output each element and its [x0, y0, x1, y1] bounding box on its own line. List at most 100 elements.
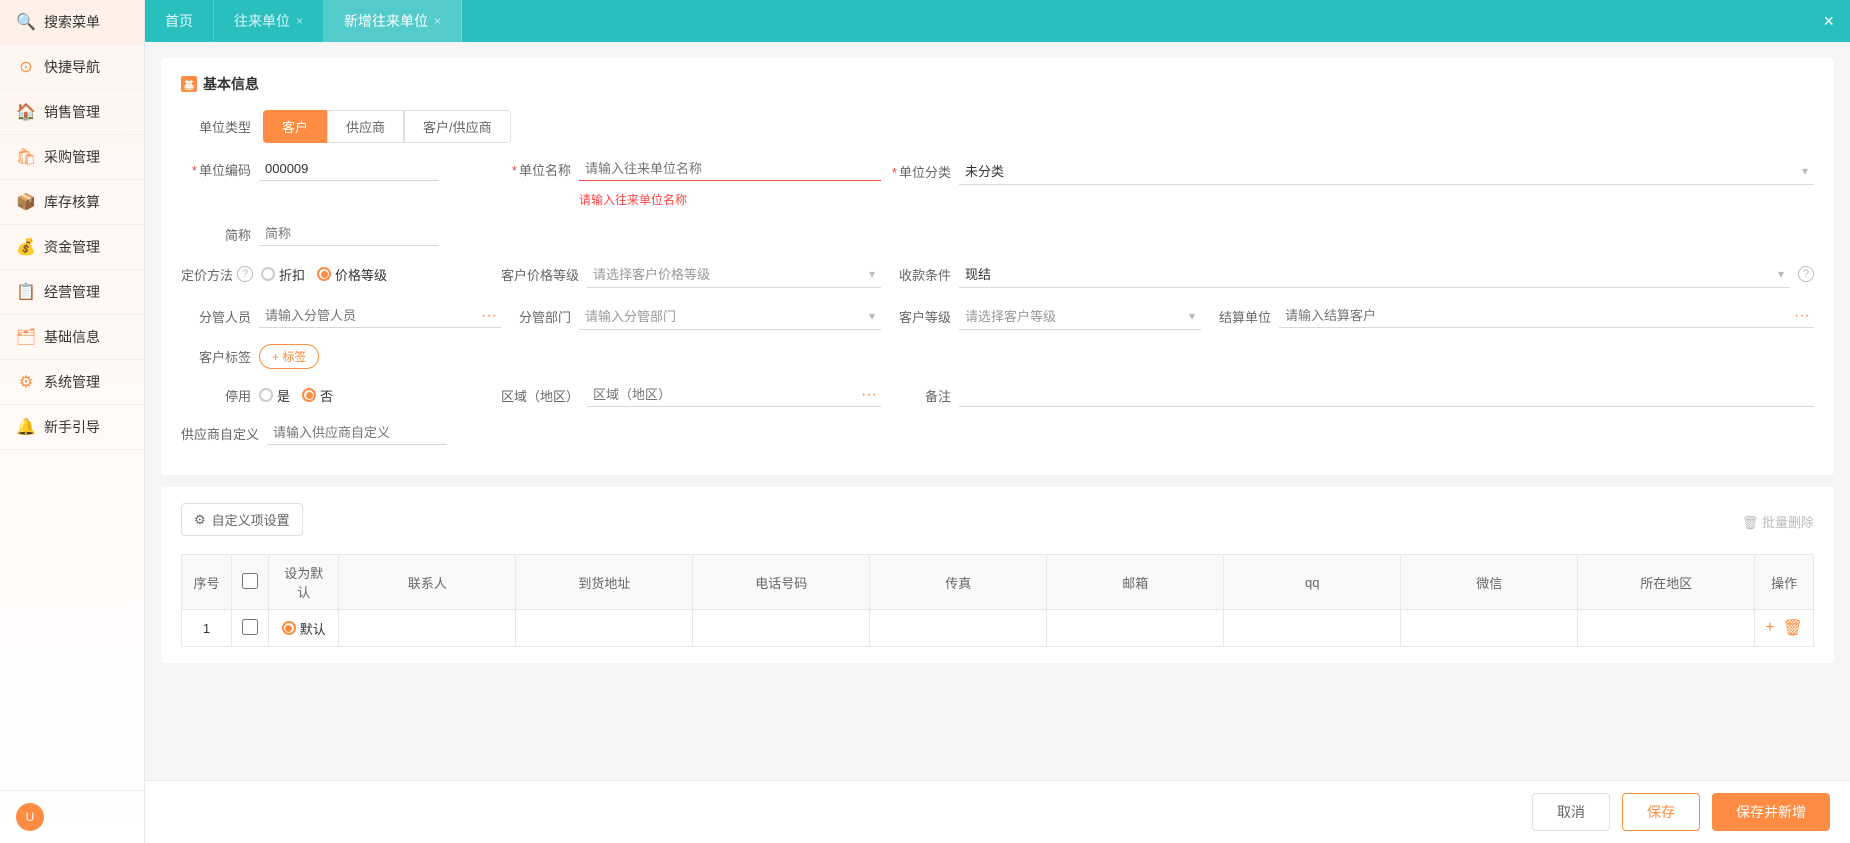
search-icon: 🔍: [16, 12, 36, 32]
payment-help-icon[interactable]: ?: [1798, 266, 1814, 282]
add-tag-button[interactable]: + 标签: [259, 344, 319, 369]
row-add-button[interactable]: +: [1765, 619, 1774, 637]
finance-icon: 💰: [16, 237, 36, 257]
row-phone[interactable]: [693, 610, 870, 647]
supplier-custom-row: 供应商自定义: [181, 421, 1814, 445]
manager-dots[interactable]: ···: [477, 307, 501, 325]
disabled-no-radio[interactable]: [302, 388, 316, 402]
row-contact[interactable]: [339, 610, 516, 647]
remarks-input[interactable]: [959, 383, 1814, 407]
row-email[interactable]: [1047, 610, 1224, 647]
tab-home[interactable]: 首页: [145, 0, 214, 42]
col-email: 邮箱: [1047, 555, 1224, 610]
tags-row: 客户标签 + 标签: [181, 344, 1814, 369]
table-card: ⚙ 自定义项设置 🗑 批量删除 序号 设为默认 联系人: [161, 487, 1834, 663]
settlement-input[interactable]: [1279, 304, 1790, 327]
save-button[interactable]: 保存: [1622, 793, 1700, 831]
select-all-checkbox[interactable]: [242, 573, 258, 589]
customer-price-label: 客户价格等级: [501, 265, 579, 284]
sidebar-item-basic[interactable]: 🗂 基础信息: [0, 315, 144, 360]
sidebar-item-inventory[interactable]: 📦 库存核算: [0, 180, 144, 225]
row-default-radio[interactable]: [282, 621, 296, 635]
sidebar-item-label: 系统管理: [44, 372, 100, 392]
sidebar-item-guide[interactable]: 🔔 新手引导: [0, 405, 144, 450]
tab-units[interactable]: 往来单位 ×: [214, 0, 324, 42]
remarks-label: 备注: [881, 386, 951, 405]
customer-price-select[interactable]: 请选择客户价格等级 ▾: [587, 260, 881, 288]
basic-icon: 🗂: [16, 327, 36, 347]
row-wechat[interactable]: [1401, 610, 1578, 647]
tab-new-unit-label: 新增往来单位: [344, 11, 428, 31]
pricing-price-level[interactable]: 价格等级: [317, 265, 387, 284]
name-field: *单位名称 请输入往来单位名称: [501, 157, 881, 208]
inventory-icon: 📦: [16, 192, 36, 212]
disabled-yes-radio[interactable]: [259, 388, 273, 402]
customer-price-field: 客户价格等级 请选择客户价格等级 ▾: [501, 260, 881, 288]
col-region: 所在地区: [1578, 555, 1755, 610]
sidebar-item-shortcut[interactable]: ⊙ 快捷导航: [0, 45, 144, 90]
payment-term-select[interactable]: 现结 ▾: [959, 260, 1790, 288]
row-qq[interactable]: [1224, 610, 1401, 647]
tab-new-unit-close[interactable]: ×: [434, 14, 441, 28]
bottom-bar: 取消 保存 保存并新增: [145, 780, 1850, 843]
price-level-radio[interactable]: [317, 267, 331, 281]
sidebar-item-label: 基础信息: [44, 327, 100, 347]
tab-units-label: 往来单位: [234, 11, 290, 31]
manager-input-wrap: ···: [259, 304, 501, 328]
name-input[interactable]: [579, 157, 881, 181]
customer-level-select[interactable]: 请选择客户等级 ▾: [959, 302, 1201, 330]
basic-info-card: 基 基本信息 单位类型 客户 供应商 客户/供应商: [161, 58, 1834, 475]
unit-type-both[interactable]: 客户/供应商: [404, 110, 511, 143]
tab-new-unit[interactable]: 新增往来单位 ×: [324, 0, 462, 42]
tab-units-close[interactable]: ×: [296, 14, 303, 28]
row-select-checkbox[interactable]: [242, 619, 258, 635]
disabled-yes[interactable]: 是: [259, 386, 290, 405]
row-checkbox: [232, 610, 269, 647]
alias-input[interactable]: [259, 222, 439, 246]
supplier-custom-input[interactable]: [267, 421, 447, 445]
payment-term-label: 收款条件: [881, 265, 951, 284]
sidebar-item-search[interactable]: 🔍 搜索菜单: [0, 0, 144, 45]
unit-type-customer[interactable]: 客户: [263, 110, 327, 143]
row-region[interactable]: [1578, 610, 1755, 647]
discount-radio[interactable]: [261, 267, 275, 281]
alias-field: 简称: [181, 222, 501, 246]
batch-delete-button[interactable]: 🗑 批量删除: [1742, 512, 1814, 531]
sidebar: 🔍 搜索菜单 ⊙ 快捷导航 🏠 销售管理 🛍 采购管理 📦 库存核算 💰 资金管…: [0, 0, 145, 843]
row-delete-button[interactable]: 🗑: [1783, 618, 1803, 638]
row-actions: + 🗑: [1755, 610, 1814, 647]
sidebar-item-sales[interactable]: 🏠 销售管理: [0, 90, 144, 135]
category-select[interactable]: 未分类 ▾: [959, 157, 1814, 185]
code-label: *单位编码: [181, 160, 251, 179]
settlement-field: 结算单位 ···: [1201, 304, 1814, 328]
settlement-dots[interactable]: ···: [1790, 307, 1814, 325]
pricing-discount[interactable]: 折扣: [261, 265, 305, 284]
purchase-icon: 🛍: [16, 147, 36, 167]
manager-input[interactable]: [259, 304, 477, 327]
sidebar-item-finance[interactable]: 💰 资金管理: [0, 225, 144, 270]
col-address: 到货地址: [516, 555, 693, 610]
unit-type-supplier[interactable]: 供应商: [327, 110, 404, 143]
cancel-button[interactable]: 取消: [1532, 793, 1610, 831]
section-title-text: 基本信息: [203, 74, 259, 94]
col-contact: 联系人: [339, 555, 516, 610]
close-all-tabs[interactable]: ×: [1807, 0, 1850, 42]
supplier-custom-field: 供应商自定义: [181, 421, 501, 445]
save-new-button[interactable]: 保存并新增: [1712, 793, 1830, 831]
sidebar-item-purchase[interactable]: 🛍 采购管理: [0, 135, 144, 180]
code-input[interactable]: [259, 157, 439, 181]
customer-price-placeholder: 请选择客户价格等级: [593, 264, 710, 283]
row-address[interactable]: [516, 610, 693, 647]
section-title: 基 基本信息: [181, 74, 1814, 94]
department-select[interactable]: 请输入分管部门 ▾: [579, 302, 881, 330]
disabled-no[interactable]: 否: [302, 386, 333, 405]
col-qq: qq: [1224, 555, 1401, 610]
sidebar-item-operation[interactable]: 📋 经营管理: [0, 270, 144, 315]
custom-settings-button[interactable]: ⚙ 自定义项设置: [181, 503, 303, 536]
row-fax[interactable]: [870, 610, 1047, 647]
region-dots[interactable]: ···: [857, 386, 881, 404]
remarks-field: 备注: [881, 383, 1814, 407]
sidebar-item-system[interactable]: ⚙ 系统管理: [0, 360, 144, 405]
region-input[interactable]: [587, 383, 857, 406]
pricing-help-icon[interactable]: ?: [237, 266, 253, 282]
